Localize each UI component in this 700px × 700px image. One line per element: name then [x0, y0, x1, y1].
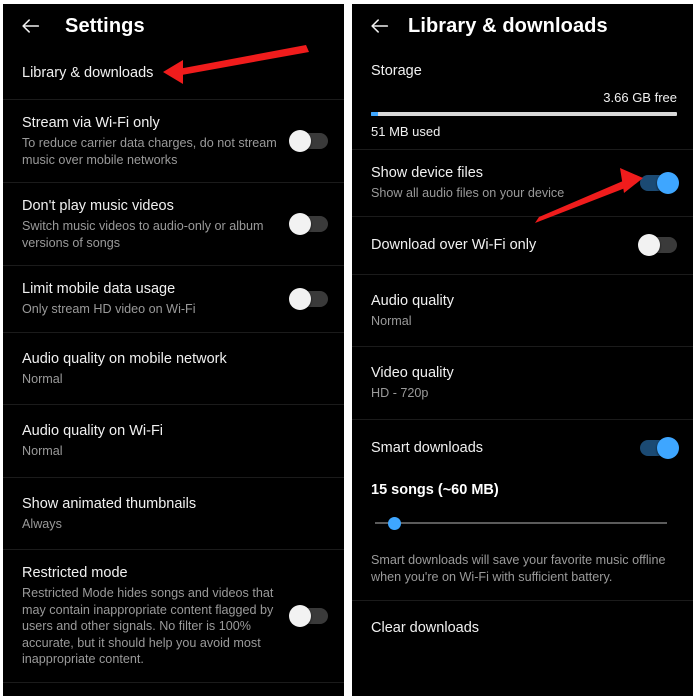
toggle-knob	[657, 437, 679, 459]
row-title: Limit mobile data usage	[22, 281, 176, 297]
setting-row-show-animated-thumbnails[interactable]: Show animated thumbnails Always	[3, 476, 344, 550]
row-text: Audio quality Normal	[371, 292, 677, 330]
toggle-smart-downloads[interactable]	[640, 437, 679, 459]
row-text: Don't play music videos Switch music vid…	[22, 197, 291, 251]
setting-row-show-device-files[interactable]: Show device files Show all audio files o…	[352, 149, 693, 216]
toggle-knob	[289, 130, 311, 152]
smart-downloads-slider[interactable]	[375, 512, 667, 534]
setting-row-download-over-wifi-only[interactable]: Download over Wi-Fi only	[352, 215, 693, 274]
row-text: Smart downloads	[371, 439, 640, 458]
row-title: Audio quality on mobile network	[22, 350, 227, 367]
setting-row-library-downloads[interactable]: Library & downloads	[3, 48, 344, 99]
slider-track	[375, 521, 667, 524]
toggle-stream-via-wifi-only[interactable]	[289, 130, 328, 152]
row-subtitle: Normal	[22, 444, 63, 458]
storage-section: Storage 3.66 GB free 51 MB used	[352, 48, 693, 149]
row-title: Audio quality	[371, 292, 455, 309]
settings-list: Library & downloads Stream via Wi-Fi onl…	[3, 48, 344, 696]
setting-row-allow-external-devices[interactable]: Allow external devices to start playback…	[3, 681, 344, 697]
row-subtitle: Show all audio files on your device	[371, 186, 565, 200]
library-settings-list: Show device files Show all audio files o…	[352, 149, 693, 656]
storage-free-text: 3.66 GB free	[603, 90, 677, 105]
row-text: Show device files Show all audio files o…	[371, 164, 640, 202]
setting-row-smart-downloads[interactable]: Smart downloads	[352, 418, 693, 468]
setting-row-audio-quality[interactable]: Audio quality Normal	[352, 273, 693, 347]
smart-downloads-note: Smart downloads will save your favorite …	[371, 552, 666, 584]
row-text: Restricted mode Restricted Mode hides so…	[22, 564, 291, 668]
smart-downloads-count: 15 songs (~60 MB)	[371, 481, 499, 498]
page-title: Library & downloads	[408, 14, 608, 37]
row-title: Stream via Wi-Fi only	[22, 115, 160, 131]
toggle-restricted-mode[interactable]	[289, 604, 328, 627]
setting-row-clear-downloads[interactable]: Clear downloads	[352, 599, 693, 656]
setting-row-dont-play-music-videos[interactable]: Don't play music videos Switch music vid…	[3, 182, 344, 265]
storage-progress-bar	[371, 112, 677, 116]
row-title: Smart downloads	[371, 439, 484, 456]
row-subtitle: Only stream HD video on Wi-Fi	[22, 302, 196, 316]
setting-row-limit-mobile-data-usage[interactable]: Limit mobile data usage Only stream HD v…	[3, 265, 344, 332]
toggle-dont-play-music-videos[interactable]	[289, 213, 328, 235]
row-title: Clear downloads	[371, 619, 480, 636]
toggle-knob	[289, 287, 311, 310]
toggle-limit-mobile-data-usage[interactable]	[289, 287, 328, 310]
toggle-knob	[289, 604, 311, 627]
page-title: Settings	[65, 14, 145, 37]
row-subtitle: Normal	[371, 313, 412, 328]
setting-row-video-quality[interactable]: Video quality HD - 720p	[352, 346, 693, 419]
library-app-bar: Library & downloads	[352, 4, 693, 48]
row-title: Audio quality on Wi-Fi	[22, 423, 164, 439]
toggle-knob	[289, 213, 311, 235]
row-subtitle: Always	[22, 516, 62, 531]
row-text: Video quality HD - 720p	[371, 364, 677, 402]
row-title: Restricted mode	[22, 565, 128, 581]
row-text: Limit mobile data usage Only stream HD v…	[22, 280, 291, 318]
row-title: Library & downloads	[22, 65, 154, 81]
setting-row-audio-quality-wifi[interactable]: Audio quality on Wi-Fi Normal	[3, 404, 344, 477]
storage-progress-fill	[371, 112, 378, 116]
toggle-download-over-wifi-only[interactable]	[638, 234, 677, 256]
left-phone-screen-settings: Settings Library & downloads Stream via …	[3, 4, 344, 696]
row-subtitle: Normal	[22, 371, 63, 386]
back-arrow-icon[interactable]	[358, 4, 402, 48]
row-text: Stream via Wi-Fi only To reduce carrier …	[22, 114, 291, 168]
row-title: Video quality	[371, 365, 454, 381]
row-subtitle: HD - 720p	[371, 386, 429, 400]
row-text: Audio quality on mobile network Normal	[22, 350, 328, 388]
row-subtitle: To reduce carrier data charges, do not s…	[22, 136, 277, 167]
row-title: Show animated thumbnails	[22, 495, 197, 512]
toggle-knob	[657, 171, 679, 194]
row-text: Show animated thumbnails Always	[22, 495, 328, 533]
row-subtitle: Restricted Mode hides songs and videos t…	[22, 586, 274, 666]
right-phone-screen-library-downloads: Library & downloads Storage 3.66 GB free…	[352, 4, 693, 696]
toggle-show-device-files[interactable]	[640, 171, 679, 194]
row-subtitle: Switch music videos to audio-only or alb…	[22, 219, 264, 250]
setting-row-restricted-mode[interactable]: Restricted mode Restricted Mode hides so…	[3, 549, 344, 682]
back-arrow-icon[interactable]	[9, 4, 53, 48]
smart-downloads-detail: 15 songs (~60 MB) Smart downloads will s…	[352, 468, 693, 600]
row-text: Library & downloads	[22, 64, 328, 83]
row-title: Show device files	[371, 165, 484, 181]
storage-used-text: 51 MB used	[371, 124, 441, 139]
row-text: Download over Wi-Fi only	[371, 236, 640, 255]
slider-thumb[interactable]	[388, 516, 401, 530]
setting-row-audio-quality-mobile[interactable]: Audio quality on mobile network Normal	[3, 331, 344, 405]
row-text: Audio quality on Wi-Fi Normal	[22, 422, 328, 460]
row-title: Don't play music videos	[22, 198, 174, 214]
storage-label: Storage	[371, 63, 422, 79]
dual-screenshot-container: Settings Library & downloads Stream via …	[0, 0, 700, 700]
setting-row-stream-via-wifi-only[interactable]: Stream via Wi-Fi only To reduce carrier …	[3, 99, 344, 182]
toggle-knob	[638, 234, 660, 256]
settings-app-bar: Settings	[3, 4, 344, 48]
row-text: Clear downloads	[371, 619, 677, 638]
row-title: Download over Wi-Fi only	[371, 236, 537, 253]
